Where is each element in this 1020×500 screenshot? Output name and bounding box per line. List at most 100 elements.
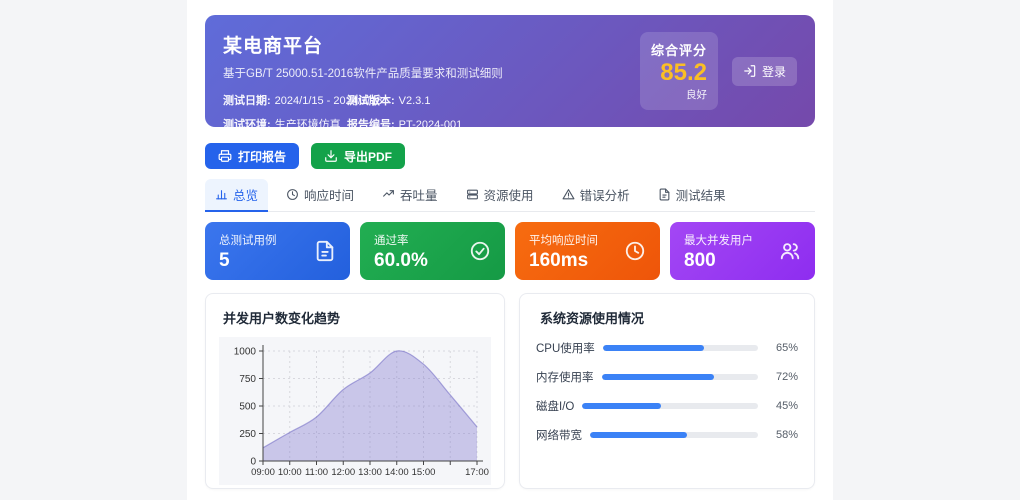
login-icon <box>743 64 757 78</box>
svg-text:1000: 1000 <box>234 347 257 358</box>
file-icon <box>314 240 336 262</box>
stat-text: 最大并发用户 800 <box>684 232 753 270</box>
svg-text:09:00: 09:00 <box>251 467 275 478</box>
resource-label: 磁盘I/O <box>536 401 575 413</box>
users-icon <box>779 240 801 262</box>
svg-text:17:00: 17:00 <box>465 467 489 478</box>
warning-icon <box>562 188 575 201</box>
stat-text: 总测试用例 5 <box>219 232 277 270</box>
printer-icon <box>218 149 232 163</box>
stat-value: 5 <box>219 250 230 271</box>
resource-bar-fill <box>601 374 715 380</box>
resource-percent: 58% <box>775 429 798 441</box>
tab-label: 测试结果 <box>675 189 726 203</box>
page-title: 某电商平台 <box>223 36 324 57</box>
export-pdf-label: 导出PDF <box>344 149 393 164</box>
svg-text:13:00: 13:00 <box>358 467 382 478</box>
resource-bar-fill <box>582 403 662 409</box>
report-page: 某电商平台 基于GB/T 25000.51-2016软件产品质量要求和测试细则 … <box>187 0 833 500</box>
chart-panel-title: 并发用户数变化趋势 <box>223 311 341 326</box>
stat-value: 160ms <box>529 250 589 271</box>
tab-warning[interactable]: 错误分析 <box>552 179 640 212</box>
resource-row: CPU使用率 65% <box>536 340 798 356</box>
header-right: 综合评分 85.2 良好 登录 <box>639 31 797 111</box>
resource-row: 网络带宽 58% <box>536 427 798 443</box>
resource-bar-track <box>590 432 758 438</box>
stat-label: 最大并发用户 <box>684 235 753 247</box>
tab-label: 响应时间 <box>304 189 355 203</box>
concurrent-users-panel: 并发用户数变化趋势 0 250 500 750 1000 09:00 10:00 11:00 1… <box>205 293 505 489</box>
meta-label: 报告编号: <box>347 119 395 131</box>
stat-label: 平均响应时间 <box>529 235 598 247</box>
login-button[interactable]: 登录 <box>731 56 797 86</box>
panels-row: 并发用户数变化趋势 0 250 500 750 1000 09:00 10:00 11:00 1… <box>205 293 815 489</box>
resource-bar-fill <box>602 345 704 351</box>
stat-card: 平均响应时间 160ms <box>515 222 660 280</box>
resources-panel-title: 系统资源使用情况 <box>540 311 645 326</box>
resource-percent: 45% <box>775 400 798 412</box>
clock-icon <box>286 188 299 201</box>
export-pdf-button[interactable]: 导出PDF <box>311 143 406 169</box>
test-meta-item: 测试版本: V2.3.1 <box>347 92 503 108</box>
report-tabs: 总览 响应时间 吞吐量 资源使用 错误分析 测试结果 <box>205 179 815 212</box>
resource-bar-track <box>582 403 758 409</box>
stat-value: 60.0% <box>374 250 428 271</box>
score-label: 综合评分 <box>650 43 707 59</box>
svg-text:15:00: 15:00 <box>412 467 436 478</box>
resource-bar-track <box>602 345 758 351</box>
meta-label: 测试版本: <box>347 95 395 107</box>
report-header-banner: 某电商平台 基于GB/T 25000.51-2016软件产品质量要求和测试细则 … <box>205 15 815 131</box>
resource-percent: 65% <box>775 342 798 354</box>
stat-label: 总测试用例 <box>219 235 277 247</box>
test-meta-item: 报告编号: PT-2024-001 <box>347 116 503 132</box>
meta-label: 测试环境: <box>223 119 271 131</box>
tab-label: 资源使用 <box>483 189 534 203</box>
svg-text:10:00: 10:00 <box>278 467 302 478</box>
test-meta-item: 测试日期: 2024/1/15 - 2024/1/18 <box>223 92 382 108</box>
header-info: 某电商平台 基于GB/T 25000.51-2016软件产品质量要求和测试细则 … <box>223 31 503 131</box>
resource-label: 内存使用率 <box>536 372 594 384</box>
print-report-button[interactable]: 打印报告 <box>205 143 300 169</box>
svg-text:250: 250 <box>239 429 256 440</box>
server-icon <box>466 188 479 201</box>
score-value: 85.2 <box>660 59 707 87</box>
overall-score-box: 综合评分 85.2 良好 <box>639 32 718 110</box>
tab-server[interactable]: 资源使用 <box>456 179 544 212</box>
login-label: 登录 <box>761 64 786 79</box>
stat-card: 最大并发用户 800 <box>670 222 815 280</box>
page-subtitle: 基于GB/T 25000.51-2016软件产品质量要求和测试细则 <box>223 68 503 80</box>
check-circle-icon <box>469 240 491 262</box>
resource-label: CPU使用率 <box>536 343 595 355</box>
svg-text:750: 750 <box>239 374 256 385</box>
concurrent-users-area-chart: 0250500750100009:00 10:00 11:00 12:00 13:00 1… <box>219 337 491 485</box>
bar-chart-icon <box>215 188 228 201</box>
clock-icon <box>624 240 646 262</box>
resource-bar-track <box>601 374 758 380</box>
stat-card: 通过率 60.0% <box>360 222 505 280</box>
test-meta-grid: 测试日期: 2024/1/15 - 2024/1/18 测试版本: V2.3.1 测… <box>223 92 503 132</box>
resource-label: 网络带宽 <box>536 430 582 442</box>
stat-label: 通过率 <box>374 235 409 247</box>
chart-container: 0 250 500 750 1000 09:00 10:00 11:00 12:00 13:00 1… <box>219 337 491 485</box>
stat-cards: 总测试用例 5 通过率 60.0% 平均响应时间 160ms 最大并发用户 80… <box>205 222 815 280</box>
resource-percent: 72% <box>775 371 798 383</box>
action-bar: 打印报告 导出PDF <box>205 143 815 169</box>
svg-text:12:00: 12:00 <box>331 467 355 478</box>
svg-text:0: 0 <box>250 457 256 468</box>
stat-card: 总测试用例 5 <box>205 222 350 280</box>
svg-text:14:00: 14:00 <box>385 467 409 478</box>
svg-text:500: 500 <box>239 402 256 413</box>
trend-icon <box>382 188 395 201</box>
tab-file[interactable]: 测试结果 <box>648 179 736 212</box>
tab-bar-chart[interactable]: 总览 <box>205 179 269 212</box>
tab-clock[interactable]: 响应时间 <box>276 179 364 212</box>
system-resources-panel: 系统资源使用情况 CPU使用率 65% 内存使用率 72% 磁盘I/O 45% … <box>519 293 815 489</box>
tab-label: 错误分析 <box>579 189 630 203</box>
svg-text:11:00: 11:00 <box>305 467 328 478</box>
tab-label: 总览 <box>233 189 259 203</box>
tab-label: 吞吐量 <box>400 189 438 203</box>
meta-value: PT-2024-001 <box>398 119 463 131</box>
file-icon <box>658 188 671 201</box>
resource-row: 内存使用率 72% <box>536 369 798 385</box>
tab-trend[interactable]: 吞吐量 <box>372 179 448 212</box>
